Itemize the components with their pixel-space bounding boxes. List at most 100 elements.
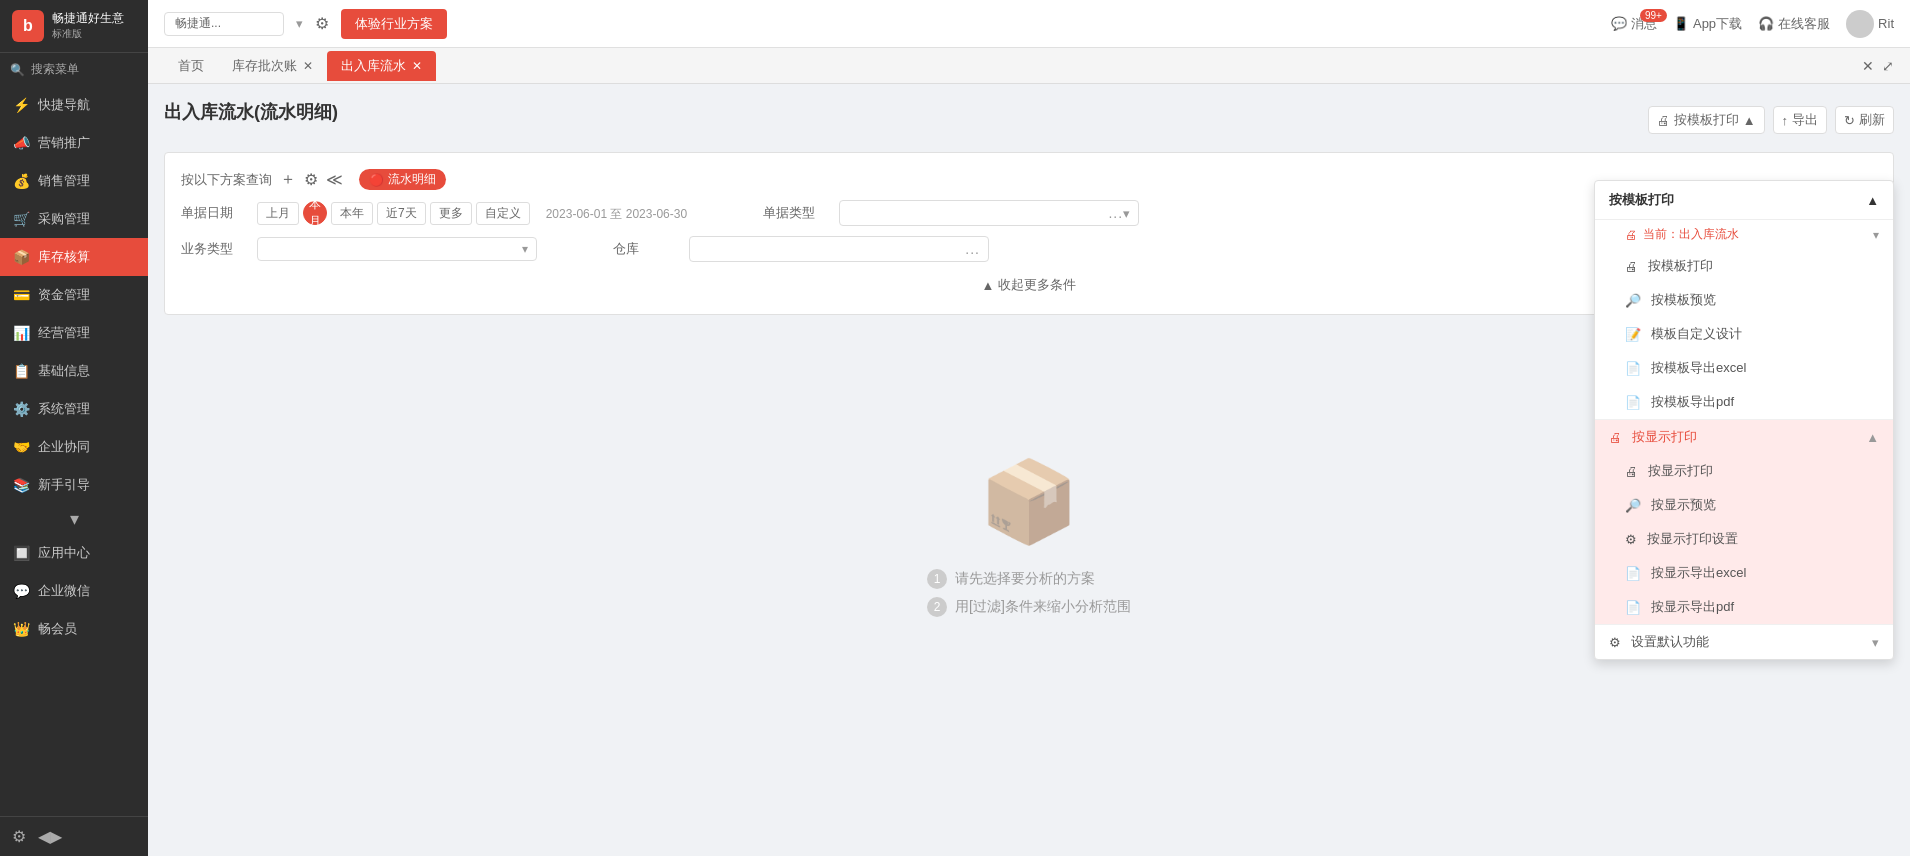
dropdown-display-excel[interactable]: 📄 按显示导出excel <box>1595 556 1893 590</box>
display-print-icon: 🖨 <box>1625 464 1638 479</box>
sidebar-item-purchase[interactable]: 🛒 采购管理 <box>0 200 148 238</box>
sidebar-scroll-down[interactable]: ▾ <box>0 504 148 534</box>
template-preview-icon: 🔎 <box>1625 293 1641 308</box>
sidebar-item-operation[interactable]: 📊 经营管理 <box>0 314 148 352</box>
avatar <box>1846 10 1874 38</box>
dropdown-display-section[interactable]: 🖨 按显示打印 ▲ <box>1595 420 1893 454</box>
date-label: 单据日期 <box>181 204 241 222</box>
doc-type-label: 单据类型 <box>763 204 823 222</box>
sidebar-footer: ⚙ ◀▶ <box>0 816 148 856</box>
dropdown-display-print[interactable]: 🖨 按显示打印 <box>1595 454 1893 488</box>
empty-step-1: 1 请先选择要分析的方案 <box>927 569 1131 589</box>
dropdown-display-pdf[interactable]: 📄 按显示导出pdf <box>1595 590 1893 624</box>
filter-settings-icon[interactable]: ⚙ <box>304 170 318 189</box>
sidebar-item-vip[interactable]: 👑 畅会员 <box>0 610 148 648</box>
refresh-label: 刷新 <box>1859 111 1885 129</box>
topbar-search-input[interactable] <box>164 12 284 36</box>
quick-nav-icon: ⚡ <box>12 96 30 114</box>
sidebar-item-label: 企业协同 <box>38 438 90 456</box>
dropdown-display-print-settings[interactable]: ⚙ 按显示打印设置 <box>1595 522 1893 556</box>
dropdown-template-preview[interactable]: 🔎 按模板预览 <box>1595 283 1893 317</box>
doc-type-arrow: ▾ <box>1123 206 1130 221</box>
biz-type-arrow: ▾ <box>522 242 528 256</box>
tab-batch-label: 库存批次账 <box>232 57 297 75</box>
dropdown-template-pdf[interactable]: 📄 按模板导出pdf <box>1595 385 1893 419</box>
sidebar-item-apps[interactable]: 🔲 应用中心 <box>0 534 148 572</box>
message-icon: 💬 <box>1611 16 1627 31</box>
topbar-dropdown-arrow[interactable]: ▾ <box>296 16 303 31</box>
sidebar-item-sales[interactable]: 💰 销售管理 <box>0 162 148 200</box>
sidebar-item-guide[interactable]: 📚 新手引导 <box>0 466 148 504</box>
biz-type-select[interactable]: ▾ <box>257 237 537 261</box>
sidebar-item-collab[interactable]: 🤝 企业协同 <box>0 428 148 466</box>
dropdown-template-print[interactable]: 🖨 按模板打印 <box>1595 249 1893 283</box>
tabbar: 首页 库存批次账 ✕ 出入库流水 ✕ ✕ ⤢ <box>148 48 1910 84</box>
doc-type-select[interactable]: ... ▾ <box>839 200 1139 226</box>
tab-flow-close[interactable]: ✕ <box>412 59 422 73</box>
footer-settings-icon[interactable]: ⚙ <box>12 827 26 846</box>
sidebar-item-finance[interactable]: 💳 资金管理 <box>0 276 148 314</box>
chevron-up-icon: ▲ <box>1743 113 1756 128</box>
print-template-btn[interactable]: 🖨 按模板打印 ▲ <box>1648 106 1765 134</box>
tab-in-out-flow[interactable]: 出入库流水 ✕ <box>327 51 436 81</box>
topbar-right: 💬 消息 99+ 📱 App下载 🎧 在线客服 Rit <box>1611 10 1894 38</box>
inventory-icon: 📦 <box>12 248 30 266</box>
tab-batch-account[interactable]: 库存批次账 ✕ <box>218 51 327 81</box>
warehouse-dots[interactable]: ... <box>965 241 980 257</box>
date-7days-btn[interactable]: 近7天 <box>377 202 426 225</box>
template-print-label: 按模板打印 <box>1648 257 1713 275</box>
printer-icon: 🖨 <box>1657 113 1670 128</box>
dropdown-template-excel[interactable]: 📄 按模板导出excel <box>1595 351 1893 385</box>
doc-type-dots[interactable]: ... <box>1108 205 1123 221</box>
topbar-gear-icon[interactable]: ⚙ <box>315 14 329 33</box>
export-icon: ↑ <box>1782 113 1789 128</box>
sidebar-item-basic[interactable]: 📋 基础信息 <box>0 352 148 390</box>
refresh-btn[interactable]: ↻ 刷新 <box>1835 106 1894 134</box>
operation-icon: 📊 <box>12 324 30 342</box>
date-last-month-btn[interactable]: 上月 <box>257 202 299 225</box>
date-more-btn[interactable]: 更多 <box>430 202 472 225</box>
display-preview-icon: 🔎 <box>1625 498 1641 513</box>
sidebar-item-label: 资金管理 <box>38 286 90 304</box>
footer-toggle-icon[interactable]: ◀▶ <box>38 827 62 846</box>
export-btn[interactable]: ↑ 导出 <box>1773 106 1828 134</box>
message-btn[interactable]: 💬 消息 99+ <box>1611 15 1657 33</box>
sidebar-item-inventory[interactable]: 📦 库存核算 <box>0 238 148 276</box>
close-window-icon[interactable]: ✕ <box>1862 58 1874 74</box>
add-filter-btn[interactable]: ＋ <box>280 169 296 190</box>
dropdown-display-preview[interactable]: 🔎 按显示预览 <box>1595 488 1893 522</box>
page-title: 出入库流水(流水明细) <box>164 100 338 124</box>
sidebar-search[interactable]: 🔍 搜索菜单 <box>0 53 148 86</box>
display-section-icon: 🖨 <box>1609 430 1622 445</box>
online-service-btn[interactable]: 🎧 在线客服 <box>1758 15 1830 33</box>
filter-tag[interactable]: 🔴 流水明细 <box>359 169 446 190</box>
sidebar-item-system[interactable]: ⚙️ 系统管理 <box>0 390 148 428</box>
date-current-month-btn[interactable]: 本月 <box>303 201 327 225</box>
maximize-icon[interactable]: ⤢ <box>1882 58 1894 74</box>
dropdown-default-func[interactable]: ⚙ 设置默认功能 ▾ <box>1595 625 1893 659</box>
trial-btn[interactable]: 体验行业方案 <box>341 9 447 39</box>
template-pdf-label: 按模板导出pdf <box>1651 393 1734 411</box>
sidebar-nav: ⚡ 快捷导航 📣 营销推广 💰 销售管理 🛒 采购管理 📦 库存核算 💳 资金管… <box>0 86 148 816</box>
sidebar-item-wechat[interactable]: 💬 企业微信 <box>0 572 148 610</box>
user-avatar-btn[interactable]: Rit <box>1846 10 1894 38</box>
tab-home[interactable]: 首页 <box>164 51 218 81</box>
app-download-btn[interactable]: 📱 App下载 <box>1673 15 1742 33</box>
tab-batch-close[interactable]: ✕ <box>303 59 313 73</box>
current-label: 当前：出入库流水 <box>1643 226 1739 243</box>
filter-label: 按以下方案查询 <box>181 171 272 189</box>
current-arrow: ▾ <box>1873 228 1879 242</box>
refresh-icon: ↻ <box>1844 113 1855 128</box>
filter-collapse-icon[interactable]: ≪ <box>326 170 343 189</box>
sidebar-item-quick-nav[interactable]: ⚡ 快捷导航 <box>0 86 148 124</box>
sidebar: b 畅捷通好生意 标准版 🔍 搜索菜单 ⚡ 快捷导航 📣 营销推广 💰 销售管理… <box>0 0 148 856</box>
warehouse-select[interactable]: ... <box>689 236 989 262</box>
sidebar-item-marketing[interactable]: 📣 营销推广 <box>0 124 148 162</box>
empty-icon: 📦 <box>979 455 1079 549</box>
warehouse-label: 仓库 <box>613 240 673 258</box>
date-custom-btn[interactable]: 自定义 <box>476 202 530 225</box>
chevron-up-icon[interactable]: ▲ <box>1866 193 1879 208</box>
date-current-year-btn[interactable]: 本年 <box>331 202 373 225</box>
dropdown-template-custom[interactable]: 📝 模板自定义设计 <box>1595 317 1893 351</box>
sidebar-item-label: 企业微信 <box>38 582 90 600</box>
